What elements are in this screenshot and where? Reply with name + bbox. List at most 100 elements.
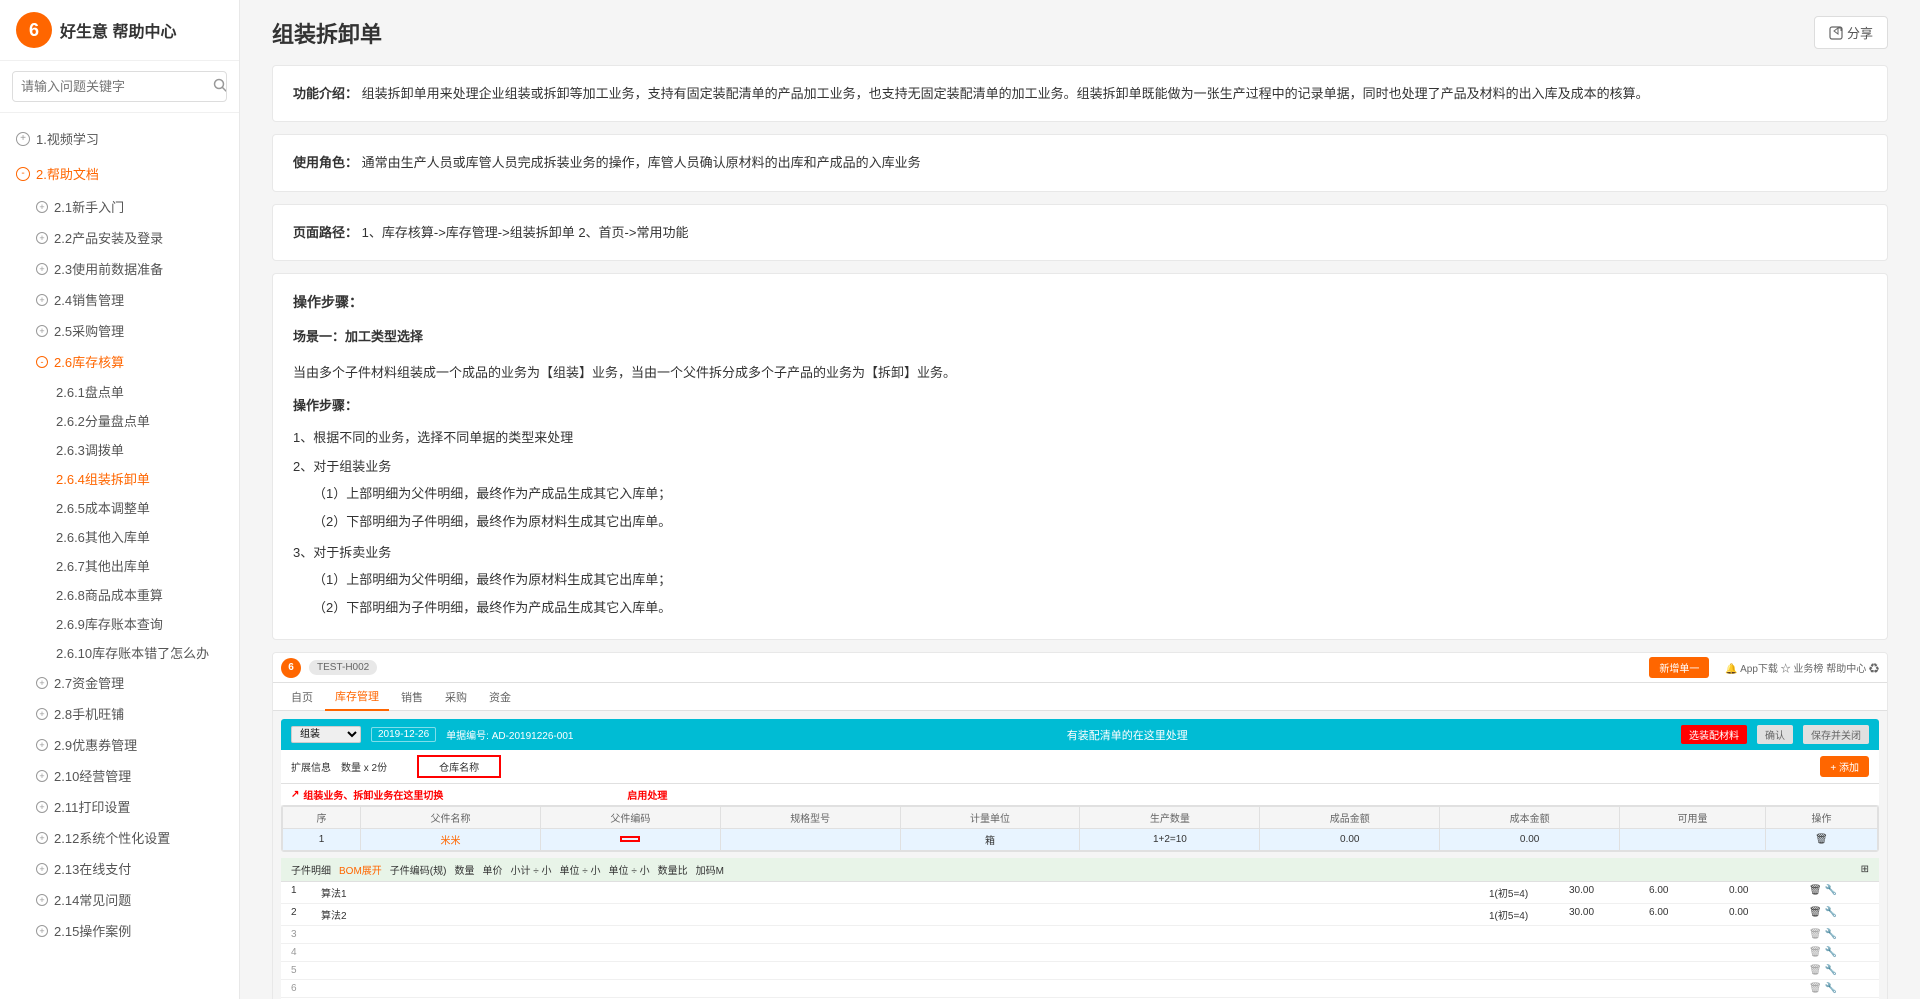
sidebar-item-22[interactable]: + 2.2产品安装及登录: [36, 222, 239, 253]
sidebar-item-211[interactable]: + 2.11打印设置: [36, 791, 239, 822]
intro-body: 组装拆卸单用来处理企业组装或拆卸等加工业务，支持有固定装配清单的产品加工业务，也…: [362, 86, 1649, 101]
sidebar-item-215[interactable]: + 2.15操作案例: [36, 915, 239, 946]
table-row: 5 🗑 🔧: [281, 962, 1879, 980]
mock-test-badge: TEST-H002: [309, 660, 377, 675]
nav-sub-section-22: + 2.2产品安装及登录: [36, 222, 239, 253]
mock-date-value: 2019-12-26: [371, 727, 436, 742]
sidebar-item-262[interactable]: 2.6.2分量盘点单: [56, 406, 239, 435]
expand-icon-23: +: [36, 263, 48, 275]
sidebar-item-215-label: 2.15操作案例: [54, 921, 131, 940]
table-row: 1 米米 箱 1+2=10 0.00 0.00: [283, 829, 1878, 851]
sidebar-item-210[interactable]: + 2.10经营管理: [36, 760, 239, 791]
table-row: 3 🗑 🔧: [281, 926, 1879, 944]
mock-nav-3[interactable]: 销售: [391, 683, 433, 711]
mock-nav-4[interactable]: 采购: [435, 683, 477, 711]
mock-sku-field[interactable]: [620, 836, 640, 842]
sidebar-item-2610[interactable]: 2.6.10库存账本错了怎么办: [56, 638, 239, 667]
search-bar: [0, 61, 239, 113]
sidebar-item-25-label: 2.5采购管理: [54, 321, 124, 340]
nav-deep-list-26: 2.6.1盘点单 2.6.2分量盘点单 2.6.3调拨单 2.6.4组装拆卸单 …: [36, 377, 239, 667]
mock-lower-table-header: 子件明细 BOM展开 子件编码(规) 数量 单价 小计 ÷ 小 单位 ÷ 小 单…: [281, 858, 1879, 882]
mock-lower-col8: 加码M: [696, 862, 724, 877]
sidebar-item-27[interactable]: + 2.7资金管理: [36, 667, 239, 698]
mock-save-btn[interactable]: 保存并关闭: [1803, 725, 1869, 744]
sidebar-item-261[interactable]: 2.6.1盘点单: [56, 377, 239, 406]
mock-expand-icon: ⊞: [1861, 864, 1869, 875]
mock-topbar-icons: 🔔 App下载 ☆ 业务榜 帮助中心 ♻: [1725, 660, 1879, 675]
search-icon: [213, 78, 227, 92]
sidebar-item-212-label: 2.12系统个性化设置: [54, 828, 170, 847]
sidebar-item-267[interactable]: 2.6.7其他出库单: [56, 551, 239, 580]
sidebar-item-266[interactable]: 2.6.6其他入库单: [56, 522, 239, 551]
mock-form-header: 加工类型 组装 拆卸 2019-12-26 单据编号: AD-20191226-…: [281, 719, 1879, 750]
main-header: 组装拆卸单 分享: [240, 0, 1920, 65]
search-input[interactable]: [13, 73, 205, 100]
nav-sub-section-24: + 2.4销售管理: [36, 284, 239, 315]
expand-icon-1: +: [16, 132, 30, 146]
share-label: 分享: [1847, 23, 1873, 42]
share-button[interactable]: 分享: [1814, 16, 1888, 49]
expand-icon-210: +: [36, 770, 48, 782]
mock-upper-table-header: 序 父件名称 父件编码 规格型号 计量单位 生产数量 成品金额 成本金额 可用量: [283, 807, 1878, 829]
mock-nav-home[interactable]: 自页: [281, 683, 323, 711]
sidebar-item-2-label: 2.帮助文档: [36, 164, 99, 183]
mock-add-row-btn[interactable]: + 添加: [1820, 756, 1869, 777]
logo-bar: 6 好生意 帮助中心: [0, 0, 239, 61]
sidebar-item-214[interactable]: + 2.14常见问题: [36, 884, 239, 915]
mock-nav-5[interactable]: 资金: [479, 683, 521, 711]
expand-icon-22: +: [36, 232, 48, 244]
sidebar-item-25[interactable]: + 2.5采购管理: [36, 315, 239, 346]
scene1-title: 场景一：加工类型选择: [293, 329, 423, 344]
sidebar-item-21[interactable]: + 2.1新手入门: [36, 191, 239, 222]
sidebar-item-264[interactable]: 2.6.4组装拆卸单: [56, 464, 239, 493]
mock-type-selector: 加工类型 组装 拆卸: [291, 726, 361, 743]
nav-sub-list-2: + 2.1新手入门 + 2.2产品安装及登录 + 2.3使用前数据准备: [0, 191, 239, 946]
mock-warehouse-field[interactable]: 仓库名称: [417, 755, 501, 778]
mock-confirm-btn[interactable]: 确认: [1757, 725, 1793, 744]
role-text: 使用角色： 通常由生产人员或库管人员完成拆装业务的操作，库管人员确认原材料的出库…: [293, 151, 1867, 174]
mock-type-select[interactable]: 加工类型 组装 拆卸: [291, 726, 361, 743]
nav-sub-section-214: + 2.14常见问题: [36, 884, 239, 915]
mock-sub-form: 扩展信息 数量 x 2份 仓库名称 + 添加: [281, 750, 1879, 784]
sidebar-item-214-label: 2.14常见问题: [54, 890, 131, 909]
nav-sub-section-211: + 2.11打印设置: [36, 791, 239, 822]
mock-bom-label: BOM展开: [339, 862, 382, 877]
nav-section-1: + 1.视频学习: [0, 121, 239, 156]
mock-new-single-btn[interactable]: 新增单一: [1649, 657, 1709, 678]
sidebar-item-28-label: 2.8手机旺铺: [54, 704, 124, 723]
sidebar-item-212[interactable]: + 2.12系统个性化设置: [36, 822, 239, 853]
mock-lower-col1: 子件编码(规): [390, 862, 447, 877]
sidebar: 6 好生意 帮助中心 + 1.视频学习 - 2.帮助文档: [0, 0, 240, 999]
table-row: 2 算法2 1(初5=4) 30.00 6.00 0.00 🗑 🔧: [281, 904, 1879, 926]
sidebar-item-24-label: 2.4销售管理: [54, 290, 124, 309]
nav-sub-section-21: + 2.1新手入门: [36, 191, 239, 222]
sidebar-item-24[interactable]: + 2.4销售管理: [36, 284, 239, 315]
nav-sub-section-27: + 2.7资金管理: [36, 667, 239, 698]
nav-sub-section-26: - 2.6库存核算 2.6.1盘点单 2.6.2分量盘点单 2.6.3调拨单 2…: [36, 346, 239, 667]
sidebar-item-263[interactable]: 2.6.3调拨单: [56, 435, 239, 464]
mock-select-material-btn[interactable]: 选装配材料: [1681, 725, 1747, 744]
mock-count-label: 数量 x 2份: [341, 759, 387, 774]
mock-nav-warehouse[interactable]: 库存管理: [325, 683, 389, 711]
path-card: 页面路径： 1、库存核算->库存管理->组装拆卸单 2、首页->常用功能: [272, 204, 1888, 261]
expand-icon-28: +: [36, 708, 48, 720]
search-button[interactable]: [205, 72, 227, 101]
table-row: 1 算法1 1(初5=4) 30.00 6.00 0.00 🗑 🔧: [281, 882, 1879, 904]
sidebar-item-26[interactable]: - 2.6库存核算: [36, 346, 239, 377]
sidebar-item-269[interactable]: 2.6.9库存账本查询: [56, 609, 239, 638]
sidebar-item-265[interactable]: 2.6.5成本调整单: [56, 493, 239, 522]
mock-lower-col6: 单位 ÷ 小: [609, 862, 650, 877]
expand-icon-24: +: [36, 294, 48, 306]
sidebar-item-1[interactable]: + 1.视频学习: [0, 121, 239, 156]
sidebar-item-28[interactable]: + 2.8手机旺铺: [36, 698, 239, 729]
sidebar-item-213[interactable]: + 2.13在线支付: [36, 853, 239, 884]
sidebar-item-23[interactable]: + 2.3使用前数据准备: [36, 253, 239, 284]
mock-sub-label: 扩展信息: [291, 759, 331, 774]
sidebar-item-268[interactable]: 2.6.8商品成本重算: [56, 580, 239, 609]
mock-switch-label: 组装业务、拆卸业务在这里切换: [303, 787, 443, 802]
sidebar-item-2[interactable]: - 2.帮助文档: [0, 156, 239, 191]
sidebar-item-29[interactable]: + 2.9优惠券管理: [36, 729, 239, 760]
sidebar-item-1-label: 1.视频学习: [36, 129, 99, 148]
nav-sub-section-213: + 2.13在线支付: [36, 853, 239, 884]
logo-icon: 6: [16, 12, 52, 48]
